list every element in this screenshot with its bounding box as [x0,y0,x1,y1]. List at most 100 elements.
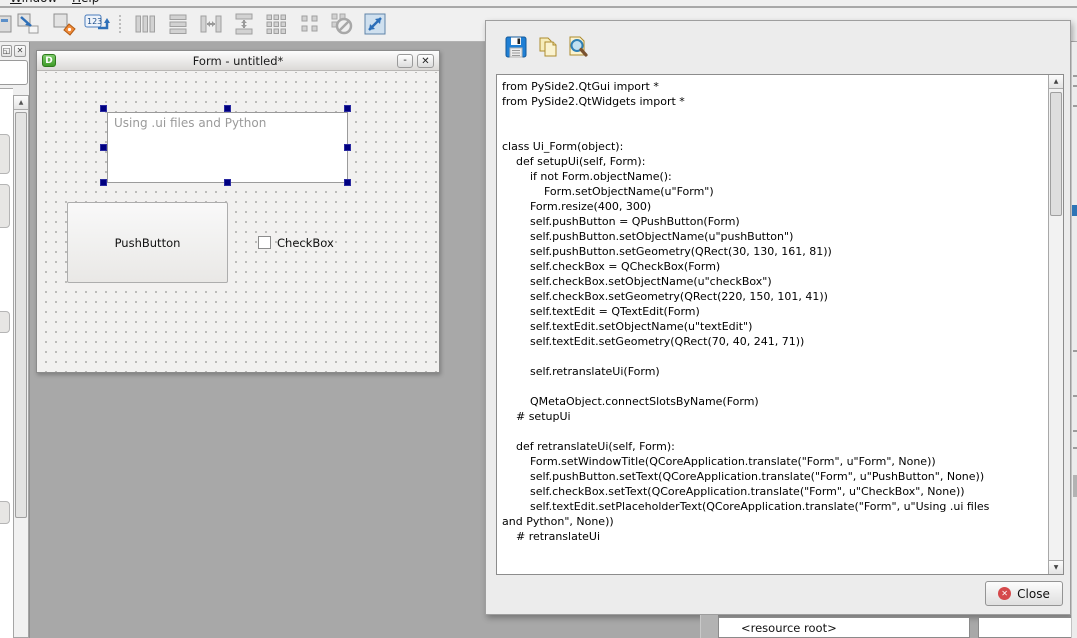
edit-tab-order-icon[interactable]: 123 [84,12,108,36]
code-line: self.textEdit.setGeometry(QRect(70, 40, … [502,334,1048,349]
checkbox-widget[interactable]: CheckBox [257,222,358,263]
menu-help[interactable]: Help [72,0,99,5]
code-line: self.textEdit.setPlaceholderText(QCoreAp… [502,499,1048,514]
textedit-placeholder: Using .ui files and Python [114,116,266,130]
selection-handle-bottom-left[interactable] [100,179,107,186]
lay-out-vertically-in-splitter-icon[interactable] [232,12,256,36]
code-line: Form.setObjectName(u"Form") [502,184,1048,199]
code-line [502,349,1048,364]
selection-handle-bottom-right[interactable] [344,179,351,186]
list-item[interactable] [0,184,10,228]
scrollbar-thumb[interactable] [1050,92,1062,216]
resource-tree-panel: <resource root> [718,617,970,638]
code-line: self.pushButton = QPushButton(Form) [502,214,1048,229]
code-line: # setupUi [502,409,1048,424]
close-circle-icon: ✕ [998,587,1011,600]
save-icon[interactable] [504,35,530,61]
code-line: self.pushButton.setObjectName(u"pushButt… [502,229,1048,244]
code-line: self.checkBox.setObjectName(u"checkBox") [502,274,1048,289]
code-line: class Ui_Form(object): [502,139,1048,154]
selection-handle-bottom-center[interactable] [224,179,231,186]
code-line [502,109,1048,124]
scroll-up-icon[interactable]: ▲ [1049,75,1063,89]
edit-buddies-icon[interactable] [52,12,76,36]
panel-edge-mark [1073,75,1077,77]
find-icon[interactable] [566,35,592,61]
copy-icon[interactable] [536,35,562,61]
selection-handle-mid-left[interactable] [100,144,107,151]
scroll-down-icon[interactable]: ▼ [1049,560,1063,574]
panel-edge-mark [1073,85,1077,87]
code-line: self.checkBox.setText(QCoreApplication.t… [502,484,1048,499]
widget-box-list[interactable] [0,88,13,638]
lay-out-in-form-layout-icon[interactable] [298,12,322,36]
code-line: Form.setWindowTitle(QCoreApplication.tra… [502,454,1048,469]
panel-edge-mark [1073,350,1077,352]
code-line: self.textEdit.setObjectName(u"textEdit") [502,319,1048,334]
dock-float-icon[interactable]: ◱ [1,45,12,57]
scrollbar-thumb[interactable] [15,112,27,518]
widget-filter-input[interactable] [0,60,28,85]
selection-handle-top-right[interactable] [344,105,351,112]
code-line: self.pushButton.setText(QCoreApplication… [502,469,1048,484]
panel-splitter[interactable] [700,615,718,638]
checkbox-indicator[interactable] [258,236,271,249]
edit-signals-slots-icon[interactable] [16,12,40,36]
code-scrollbar[interactable]: ▲ ▼ [1048,75,1063,574]
edit-widgets-icon[interactable] [0,12,12,36]
list-item[interactable] [0,501,10,524]
menu-window[interactable]: Window [10,0,57,5]
svg-text:123: 123 [87,17,102,26]
minimize-button[interactable]: - [397,54,413,68]
panel-edge-mark [1073,395,1077,397]
python-code-text[interactable]: from PySide2.QtGui import *from PySide2.… [497,75,1048,574]
break-layout-icon[interactable] [330,12,354,36]
textedit-widget[interactable]: Using .ui files and Python [107,112,348,183]
code-line: from PySide2.QtWidgets import * [502,94,1048,109]
code-line: # retranslateUi [502,529,1048,544]
panel-edge-selection-mark [1072,205,1077,216]
list-item[interactable] [0,311,10,333]
code-line: and Python", None)) [502,514,1048,529]
code-line [502,424,1048,439]
lay-out-horizontally-in-splitter-icon[interactable] [199,12,223,36]
dock-close-icon[interactable]: ✕ [14,45,26,57]
selection-handle-top-left[interactable] [100,105,107,112]
form-window-titlebar[interactable]: D Form - untitled* - ✕ [37,51,439,71]
selection-handle-mid-right[interactable] [344,144,351,151]
form-window-title: Form - untitled* [37,54,439,68]
code-preview-dialog: from PySide2.QtGui import *from PySide2.… [485,20,1071,615]
resource-list-panel [978,617,1077,638]
widget-box-panel: ◱ ✕ ▲ [0,42,30,638]
selection-handle-top-center[interactable] [224,105,231,112]
lay-out-horizontally-icon[interactable] [133,12,157,36]
panel-edge-mark [1073,447,1077,449]
scroll-up-icon[interactable]: ▲ [14,96,28,110]
close-dialog-button[interactable]: ✕ Close [985,581,1063,606]
code-line [502,379,1048,394]
widget-box-scrollbar[interactable]: ▲ [13,95,29,638]
list-item[interactable] [0,134,10,174]
resource-root-item[interactable]: <resource root> [741,621,837,635]
close-button-label: Close [1017,587,1050,601]
lay-out-vertically-icon[interactable] [166,12,190,36]
pushbutton-widget[interactable]: PushButton [67,202,228,283]
code-line: QMetaObject.connectSlotsByName(Form) [502,394,1048,409]
panel-edge-scrollbar [1073,475,1077,497]
code-line: self.retranslateUi(Form) [502,364,1048,379]
panel-edge-mark [1073,105,1077,107]
checkbox-label: CheckBox [277,236,334,250]
code-line: self.checkBox = QCheckBox(Form) [502,259,1048,274]
form-editor-window: D Form - untitled* - ✕ Using .ui files a… [36,50,440,373]
pushbutton-label: PushButton [115,236,181,250]
lay-out-in-grid-icon[interactable] [264,12,288,36]
panel-edge-mark [1073,430,1077,432]
form-canvas[interactable]: Using .ui files and Python PushButton Ch… [37,72,439,372]
code-line: self.pushButton.setGeometry(QRect(30, 13… [502,244,1048,259]
code-view[interactable]: from PySide2.QtGui import *from PySide2.… [496,74,1064,575]
code-line: Form.resize(400, 300) [502,199,1048,214]
code-line: from PySide2.QtGui import * [502,79,1048,94]
close-button[interactable]: ✕ [417,54,434,68]
code-line: def setupUi(self, Form): [502,154,1048,169]
adjust-size-icon[interactable] [363,12,387,36]
